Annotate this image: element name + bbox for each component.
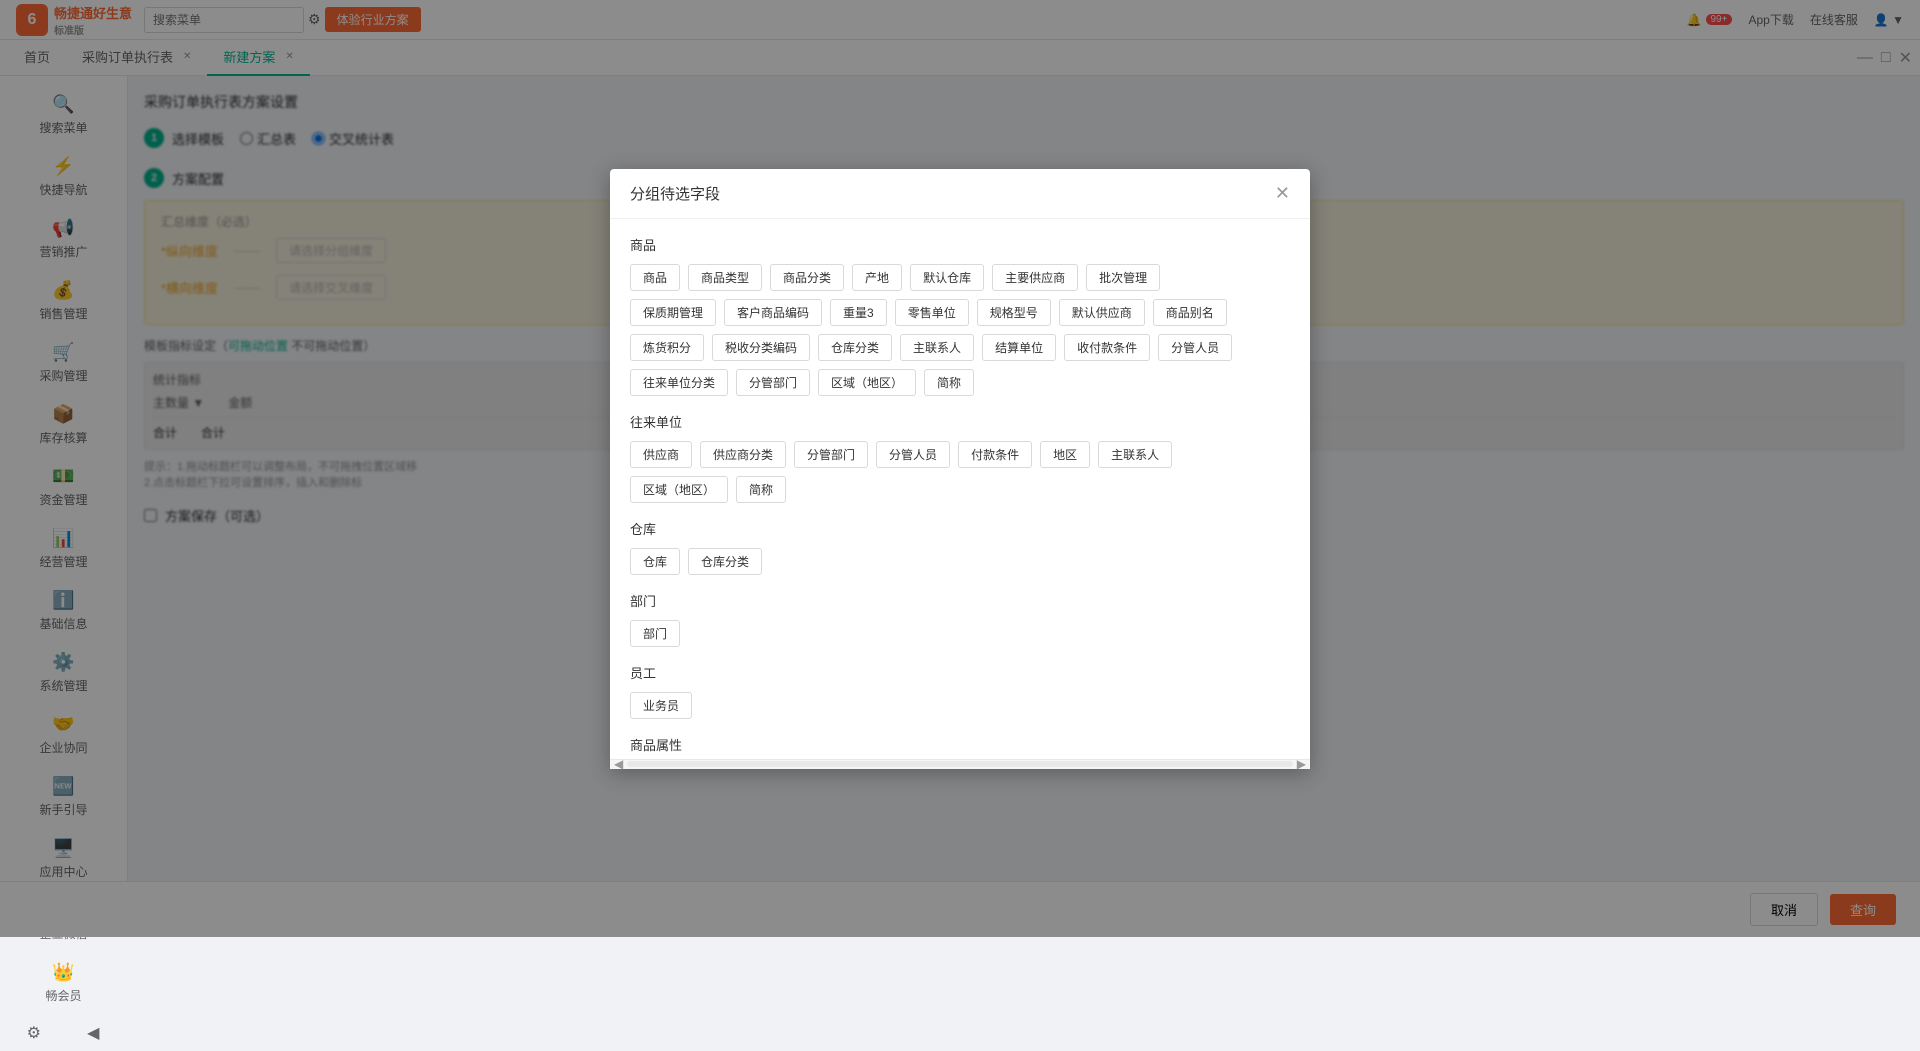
field-tag-supplier-cat[interactable]: 供应商分类 (700, 441, 786, 468)
sidebar-settings-btn[interactable]: ⚙ (8, 1023, 60, 1043)
field-tag-origin[interactable]: 产地 (852, 264, 902, 291)
field-tag-contact-partner[interactable]: 主联系人 (1098, 441, 1172, 468)
sidebar-collapse-btn[interactable]: ◀ (68, 1023, 120, 1043)
field-tag-short-name-partner[interactable]: 简称 (736, 476, 786, 503)
field-tag-supervisor[interactable]: 分管人员 (1158, 334, 1232, 361)
field-tag-goods-category[interactable]: 商品分类 (770, 264, 844, 291)
section-title-warehouse: 仓库 (630, 519, 1290, 538)
field-tag-salesman[interactable]: 业务员 (630, 692, 692, 719)
section-title-goods: 商品 (630, 235, 1290, 254)
field-tag-default-warehouse[interactable]: 默认仓库 (910, 264, 984, 291)
field-tag-region-goods[interactable]: 区域（地区） (818, 369, 916, 396)
field-tag-dept-partner[interactable]: 分管部门 (794, 441, 868, 468)
dialog-title: 分组待选字段 (630, 183, 720, 204)
field-tag-payment-terms[interactable]: 收付款条件 (1064, 334, 1150, 361)
field-tag-person-partner[interactable]: 分管人员 (876, 441, 950, 468)
field-tag-goods-alias[interactable]: 商品别名 (1153, 299, 1227, 326)
field-grid-warehouse: 仓库 仓库分类 (630, 548, 1290, 575)
dialog-hscrollbar[interactable]: ◀ ▶ (610, 759, 1310, 769)
field-tag-tax-code[interactable]: 税收分类编码 (712, 334, 810, 361)
section-title-dept: 部门 (630, 591, 1290, 610)
field-tag-warehouse-cat[interactable]: 仓库分类 (818, 334, 892, 361)
field-tag-customer-code[interactable]: 客户商品编码 (724, 299, 822, 326)
section-title-goods-attr: 商品属性 (630, 735, 1290, 754)
dialog-close-button[interactable]: ✕ (1275, 183, 1290, 204)
field-grid-goods2: 保质期管理 客户商品编码 重量3 零售单位 规格型号 默认供应商 商品别名 (630, 299, 1290, 326)
field-tag-main-contact[interactable]: 主联系人 (900, 334, 974, 361)
field-tag-weight3[interactable]: 重量3 (830, 299, 887, 326)
dialog-body: 商品 商品 商品类型 商品分类 产地 默认仓库 主要供应商 批次管理 保质期管理… (610, 219, 1310, 759)
field-tag-short-name-goods[interactable]: 简称 (924, 369, 974, 396)
field-tag-dept[interactable]: 部门 (630, 620, 680, 647)
field-grid-goods4: 往来单位分类 分管部门 区域（地区） 简称 (630, 369, 1290, 396)
field-tag-dept-manage[interactable]: 分管部门 (736, 369, 810, 396)
field-tag-supplier[interactable]: 供应商 (630, 441, 692, 468)
section-title-partner: 往来单位 (630, 412, 1290, 431)
field-tag-refine-points[interactable]: 炼货积分 (630, 334, 704, 361)
field-tag-goods-type[interactable]: 商品类型 (688, 264, 762, 291)
field-tag-default-supplier[interactable]: 默认供应商 (1059, 299, 1145, 326)
field-tag-region-partner2[interactable]: 区域（地区） (630, 476, 728, 503)
field-tag-retail-unit[interactable]: 零售单位 (895, 299, 969, 326)
field-grid-goods3: 炼货积分 税收分类编码 仓库分类 主联系人 结算单位 收付款条件 分管人员 (630, 334, 1290, 361)
hscroll-track (627, 761, 1293, 767)
dialog-header: 分组待选字段 ✕ (610, 169, 1310, 219)
field-tag-shelf-life[interactable]: 保质期管理 (630, 299, 716, 326)
field-grid-employee: 业务员 (630, 692, 1290, 719)
field-tag-settle-unit[interactable]: 结算单位 (982, 334, 1056, 361)
sidebar-label-member: 畅会员 (45, 987, 81, 1004)
field-tag-pay-terms[interactable]: 付款条件 (958, 441, 1032, 468)
field-tag-spec[interactable]: 规格型号 (977, 299, 1051, 326)
field-grid-partner2: 区域（地区） 简称 (630, 476, 1290, 503)
section-title-employee: 员工 (630, 663, 1290, 682)
sidebar-bottom: ⚙ ◀ (0, 1014, 127, 1051)
member-icon: 👑 (52, 962, 74, 983)
field-grid-goods: 商品 商品类型 商品分类 产地 默认仓库 主要供应商 批次管理 (630, 264, 1290, 291)
field-grid-partner: 供应商 供应商分类 分管部门 分管人员 付款条件 地区 主联系人 (630, 441, 1290, 468)
field-tag-batch[interactable]: 批次管理 (1086, 264, 1160, 291)
field-tag-region-partner[interactable]: 地区 (1040, 441, 1090, 468)
field-tag-warehouse-category[interactable]: 仓库分类 (688, 548, 762, 575)
field-tag-warehouse[interactable]: 仓库 (630, 548, 680, 575)
field-grid-dept: 部门 (630, 620, 1290, 647)
sidebar-item-member[interactable]: 👑 畅会员 (0, 952, 127, 1014)
field-tag-main-supplier[interactable]: 主要供应商 (992, 264, 1078, 291)
field-tag-transaction-cat[interactable]: 往来单位分类 (630, 369, 728, 396)
field-select-dialog: 分组待选字段 ✕ 商品 商品 商品类型 商品分类 产地 默认仓库 主要供应商 批… (610, 169, 1310, 769)
field-tag-goods[interactable]: 商品 (630, 264, 680, 291)
